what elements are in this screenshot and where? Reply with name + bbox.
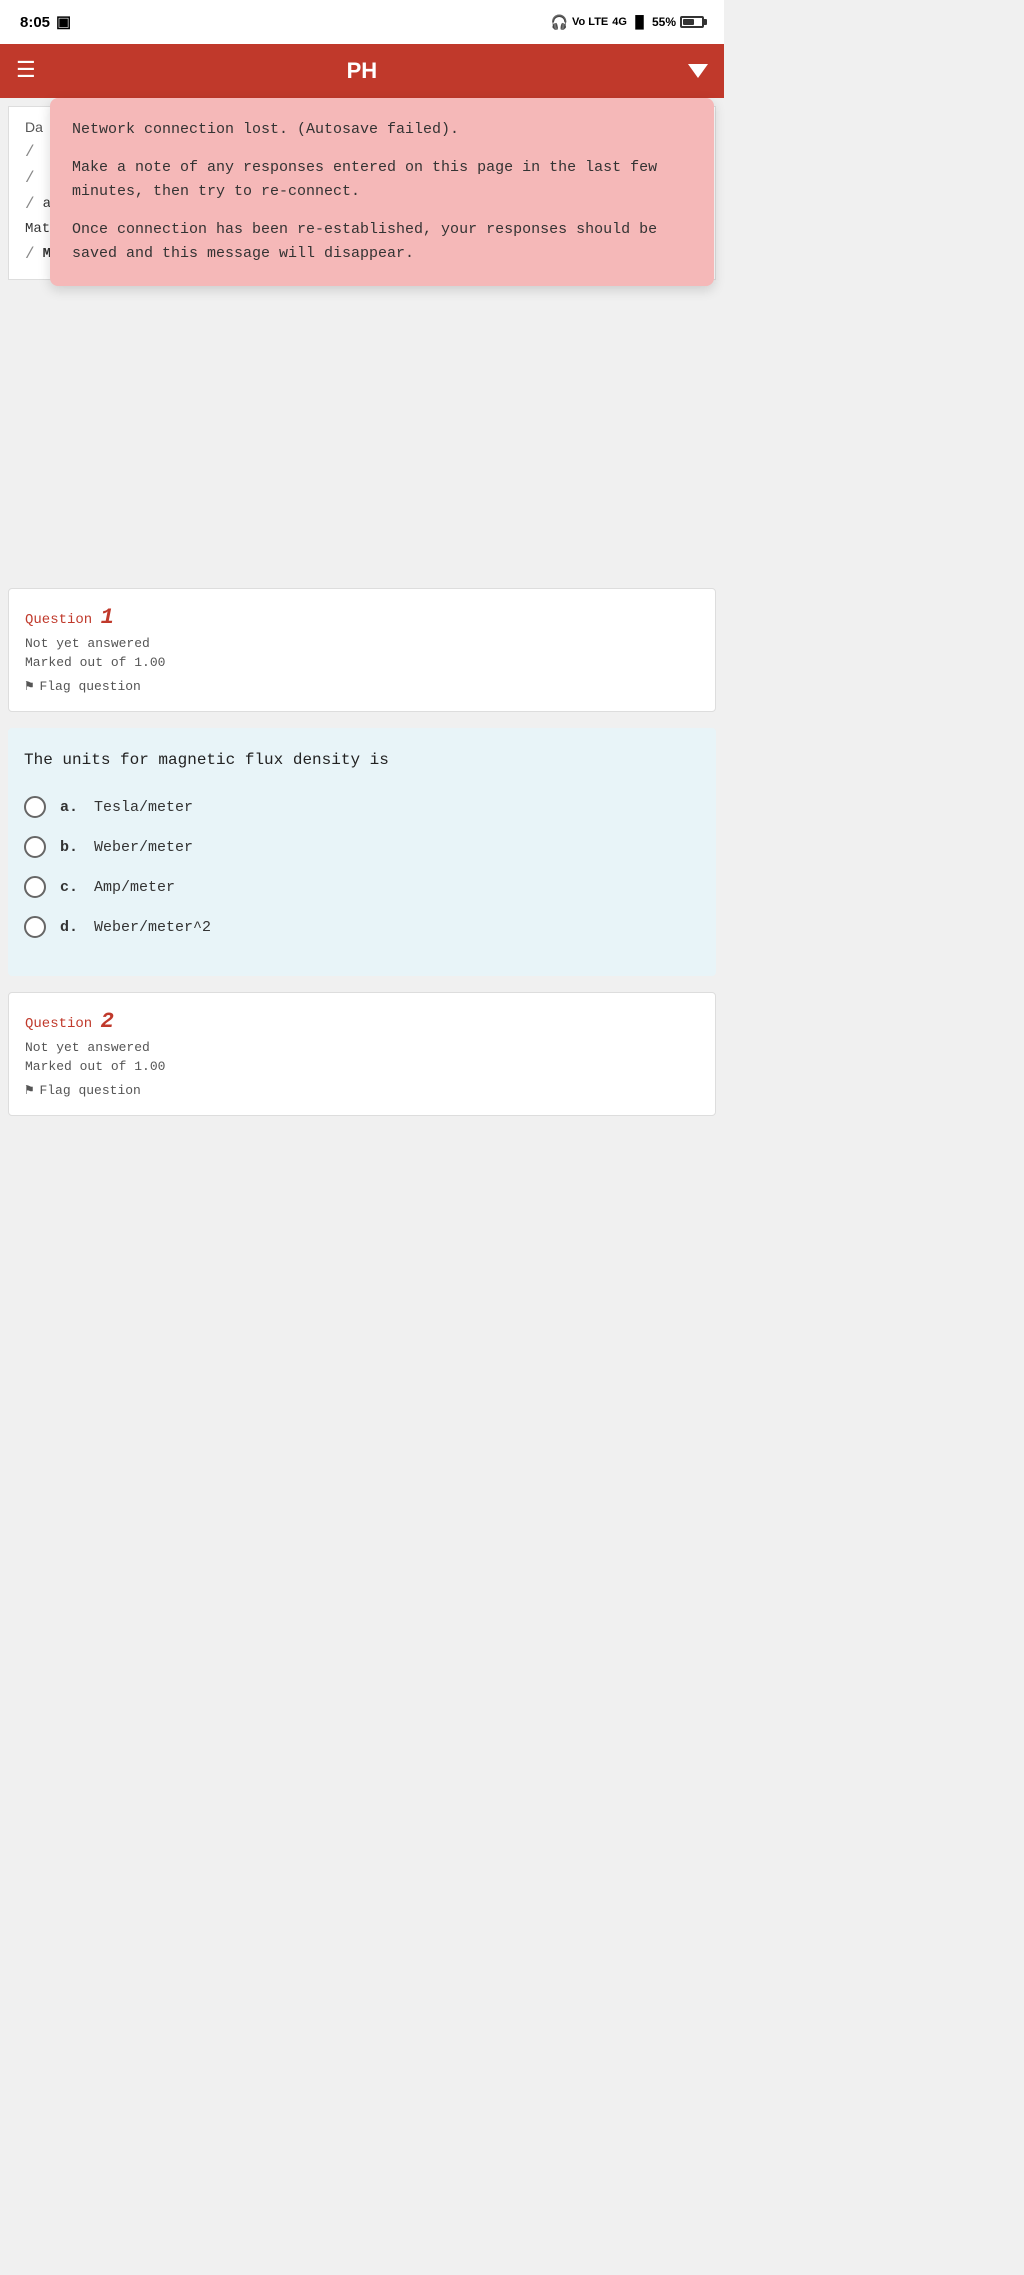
question-2-header: Question 2 bbox=[25, 1009, 699, 1034]
hamburger-menu-icon[interactable]: ☰ bbox=[16, 58, 36, 84]
question-1-body: The units for magnetic flux density is a… bbox=[8, 728, 716, 976]
headphone-icon: 🎧 bbox=[551, 14, 568, 31]
option-c[interactable]: c. Amp/meter bbox=[24, 876, 700, 898]
question-1-header: Question 1 bbox=[25, 605, 699, 630]
option-a-label: a. bbox=[60, 799, 80, 816]
main-content: Question 1 Not yet answered Marked out o… bbox=[0, 288, 724, 1140]
battery-percent: 55% bbox=[652, 15, 676, 29]
alert-line3: Once connection has been re-established,… bbox=[72, 218, 692, 266]
question-1-label: Question bbox=[25, 612, 101, 628]
status-bar: 8:05 ▣ 🎧 Vo LTE 4G ▐▌ 55% bbox=[0, 0, 724, 44]
flag-question-1-button[interactable]: ⚑ Flag question bbox=[25, 678, 699, 695]
option-d[interactable]: d. Weber/meter^2 bbox=[24, 916, 700, 938]
radio-a[interactable] bbox=[24, 796, 46, 818]
signal-bars: ▐▌ bbox=[631, 15, 648, 29]
option-d-label: d. bbox=[60, 919, 80, 936]
question-2-status: Not yet answered bbox=[25, 1040, 699, 1055]
alert-line1: Network connection lost. (Autosave faile… bbox=[72, 118, 692, 142]
question-1-marked: Marked out of 1.00 bbox=[25, 655, 699, 670]
alert-line2: Make a note of any responses entered on … bbox=[72, 156, 692, 204]
question-1-number: 1 bbox=[101, 605, 114, 630]
network-alert-popup: Network connection lost. (Autosave faile… bbox=[50, 98, 714, 286]
flag-icon-1: ⚑ bbox=[25, 678, 33, 695]
breadcrumb-slash-3: / bbox=[25, 195, 35, 213]
status-icons-area: 🎧 Vo LTE 4G ▐▌ 55% bbox=[551, 14, 704, 31]
option-d-text: Weber/meter^2 bbox=[94, 919, 211, 936]
question-1-text: The units for magnetic flux density is bbox=[24, 748, 700, 772]
flag-question-2-button[interactable]: ⚑ Flag question bbox=[25, 1082, 699, 1099]
radio-b[interactable] bbox=[24, 836, 46, 858]
time-display: 8:05 bbox=[20, 14, 50, 31]
question-1-card: Question 1 Not yet answered Marked out o… bbox=[8, 588, 716, 712]
option-c-label: c. bbox=[60, 879, 80, 896]
question-2-marked: Marked out of 1.00 bbox=[25, 1059, 699, 1074]
flag-question-1-label: Flag question bbox=[39, 679, 140, 694]
flag-icon-2: ⚑ bbox=[25, 1082, 33, 1099]
question-2-number: 2 bbox=[101, 1009, 114, 1034]
option-b-text: Weber/meter bbox=[94, 839, 193, 856]
top-nav: ☰ PH bbox=[0, 44, 724, 98]
signal-strength: Vo LTE bbox=[572, 16, 608, 28]
dropdown-arrow-icon[interactable] bbox=[688, 64, 708, 78]
breadcrumb-slash-exam: / bbox=[25, 245, 35, 263]
option-c-text: Amp/meter bbox=[94, 879, 175, 896]
flag-question-2-label: Flag question bbox=[39, 1083, 140, 1098]
breadcrumb-slash-2: / bbox=[25, 169, 35, 187]
option-b-label: b. bbox=[60, 839, 80, 856]
nav-title: PH bbox=[347, 58, 378, 84]
battery-icon bbox=[680, 16, 704, 28]
network-type: 4G bbox=[612, 16, 627, 28]
sim-icon: ▣ bbox=[56, 12, 71, 32]
radio-c[interactable] bbox=[24, 876, 46, 898]
question-2-label: Question bbox=[25, 1016, 101, 1032]
option-a-text: Tesla/meter bbox=[94, 799, 193, 816]
question-2-card: Question 2 Not yet answered Marked out o… bbox=[8, 992, 716, 1116]
question-1-status: Not yet answered bbox=[25, 636, 699, 651]
radio-d[interactable] bbox=[24, 916, 46, 938]
breadcrumb-slash-1: / bbox=[25, 143, 35, 161]
status-time-area: 8:05 ▣ bbox=[20, 12, 71, 32]
option-b[interactable]: b. Weber/meter bbox=[24, 836, 700, 858]
option-a[interactable]: a. Tesla/meter bbox=[24, 796, 700, 818]
